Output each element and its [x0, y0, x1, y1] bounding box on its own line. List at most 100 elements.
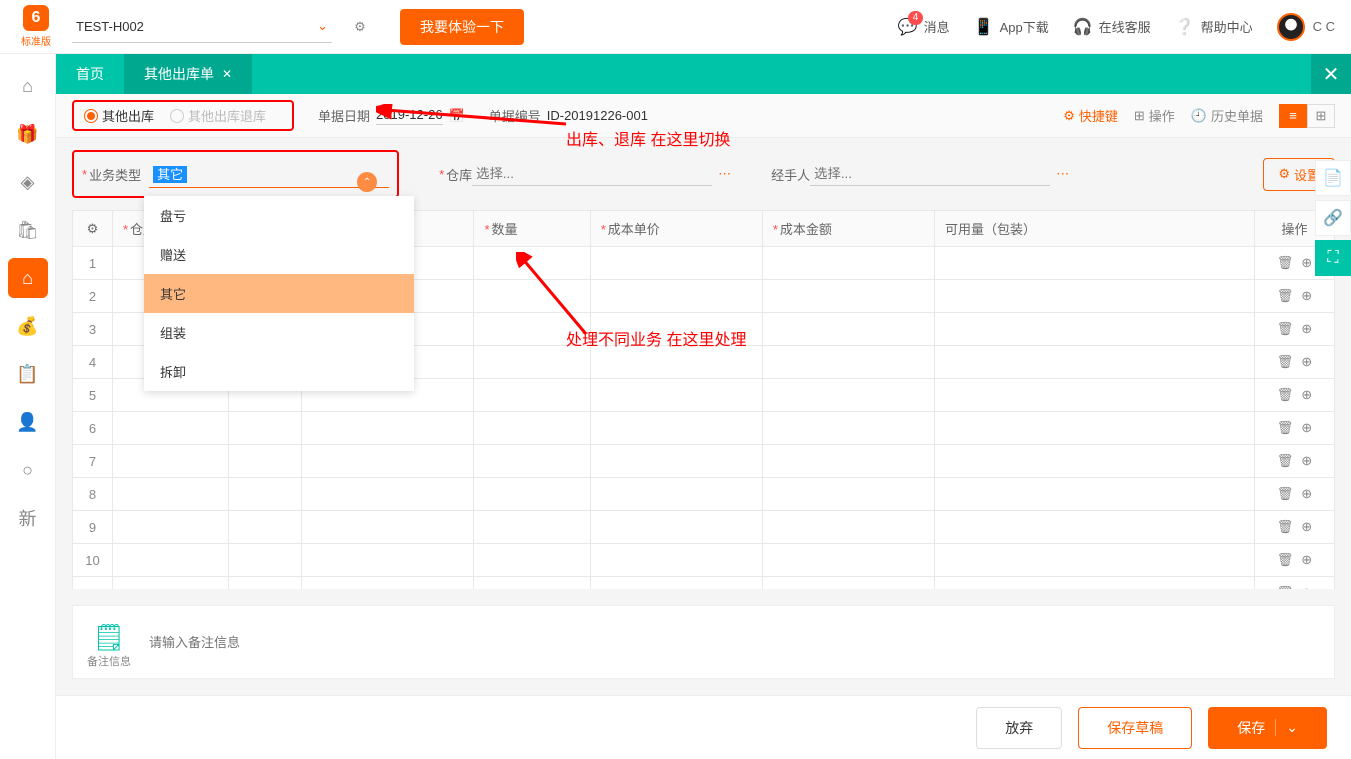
save-button[interactable]: 保存 ⌄ [1208, 707, 1327, 749]
history-icon: 🕘 [1191, 108, 1207, 124]
add-icon[interactable]: ⊕ [1301, 387, 1312, 402]
discard-button[interactable]: 放弃 [976, 707, 1062, 749]
dropdown-option-zuzhuang[interactable]: 组装 [144, 313, 414, 352]
sidebar-profile[interactable]: 👤 [8, 402, 48, 442]
sidebar-diamond[interactable]: ◈ [8, 162, 48, 202]
sidebar-bag[interactable]: 🛍 [8, 210, 48, 250]
dropdown-option-pankui[interactable]: 盘亏 [144, 196, 414, 235]
trial-button[interactable]: 我要体验一下 [400, 9, 524, 45]
table-row[interactable]: 11🗑⊕ [73, 577, 1335, 590]
save-draft-button[interactable]: 保存草稿 [1078, 707, 1192, 749]
row-actions: 🗑⊕ [1255, 478, 1335, 511]
doc-date-value[interactable]: 2019-12-26 [376, 107, 443, 125]
add-icon[interactable]: ⊕ [1301, 453, 1312, 468]
chevron-down-icon: ⌄ [317, 18, 328, 34]
sidebar-ring[interactable]: ○ [8, 450, 48, 490]
sidebar-new[interactable]: 新 [8, 498, 48, 538]
col-qty: 数量 [474, 211, 590, 247]
add-icon[interactable]: ⊕ [1301, 255, 1312, 270]
delete-icon[interactable]: 🗑 [1277, 288, 1294, 303]
table-row[interactable]: 6🗑⊕ [73, 412, 1335, 445]
row-actions: 🗑⊕ [1255, 412, 1335, 445]
dropdown-option-chaixi[interactable]: 拆卸 [144, 352, 414, 391]
app-download-link[interactable]: 📱 App下载 [974, 17, 1049, 37]
table-row[interactable]: 9🗑⊕ [73, 511, 1335, 544]
add-icon[interactable]: ⊕ [1301, 321, 1312, 336]
more-icon[interactable]: ⋯ [1056, 166, 1069, 182]
sidebar-clipboard[interactable]: 📋 [8, 354, 48, 394]
operate-link[interactable]: ⊞操作 [1134, 106, 1175, 125]
chevron-up-icon[interactable]: ⌃ [357, 172, 377, 192]
calendar-icon[interactable]: 📅 [449, 108, 465, 124]
warehouse-label: 仓库 [446, 165, 472, 184]
close-icon[interactable]: ✕ [222, 67, 232, 81]
delete-icon[interactable]: 🗑 [1277, 354, 1294, 369]
handler-input[interactable] [810, 162, 1050, 186]
row-number: 5 [73, 379, 113, 412]
business-type-dropdown: 盘亏 赠送 其它 组装 拆卸 [144, 196, 414, 391]
radio-other-outbound-return[interactable]: 其他出库退库 [170, 106, 266, 125]
tab-bar: 首页 其他出库单 ✕ ✕ [56, 54, 1351, 94]
org-name: TEST-H002 [76, 19, 144, 34]
sidebar-gift[interactable]: 🎁 [8, 114, 48, 154]
dropdown-option-qita[interactable]: 其它 [144, 274, 414, 313]
delete-icon[interactable]: 🗑 [1277, 585, 1294, 589]
headset-icon: 🎧 [1073, 17, 1093, 37]
messages-link[interactable]: 💬 消息 4 [898, 17, 950, 37]
remark-input[interactable] [149, 635, 1318, 650]
delete-icon[interactable]: 🗑 [1277, 486, 1294, 501]
avatar[interactable] [1277, 13, 1305, 41]
add-icon[interactable]: ⊕ [1301, 486, 1312, 501]
table-row[interactable]: 10🗑⊕ [73, 544, 1335, 577]
add-icon[interactable]: ⊕ [1301, 519, 1312, 534]
shortcut-link[interactable]: ⚙快捷键 [1063, 106, 1118, 125]
delete-icon[interactable]: 🗑 [1277, 552, 1294, 567]
row-number: 11 [73, 577, 113, 590]
delete-icon[interactable]: 🗑 [1277, 321, 1294, 336]
close-all-tabs[interactable]: ✕ [1311, 54, 1351, 94]
add-icon[interactable]: ⊕ [1301, 354, 1312, 369]
sidebar-warehouse[interactable]: ⌂ [8, 258, 48, 298]
warehouse-filter: * 仓库 ⋯ [439, 162, 731, 186]
footer-actions: 放弃 保存草稿 保存 ⌄ [56, 695, 1351, 759]
tab-other-outbound[interactable]: 其他出库单 ✕ [124, 54, 252, 94]
dock-doc-button[interactable]: 📄 [1315, 160, 1351, 196]
online-service-link[interactable]: 🎧 在线客服 [1073, 17, 1151, 37]
help-center-link[interactable]: ❔ 帮助中心 [1175, 17, 1253, 37]
sidebar-home[interactable]: ⌂ [8, 66, 48, 106]
delete-icon[interactable]: 🗑 [1277, 255, 1294, 270]
table-row[interactable]: 7🗑⊕ [73, 445, 1335, 478]
col-gear[interactable]: ⚙ [73, 211, 113, 247]
sidebar-money[interactable]: 💰 [8, 306, 48, 346]
delete-icon[interactable]: 🗑 [1277, 453, 1294, 468]
more-icon[interactable]: ⋯ [718, 166, 731, 182]
doc-no-label: 单据编号 [489, 106, 541, 125]
row-number: 4 [73, 346, 113, 379]
add-icon[interactable]: ⊕ [1301, 585, 1312, 589]
logo-icon: 6 [23, 5, 49, 31]
view-grid-button[interactable]: ⊞ [1307, 104, 1335, 128]
add-icon[interactable]: ⊕ [1301, 552, 1312, 567]
warehouse-input[interactable] [472, 162, 712, 186]
view-list-button[interactable]: ≡ [1279, 104, 1307, 128]
dock-link-button[interactable]: 🔗 [1315, 200, 1351, 236]
dropdown-option-zengsong[interactable]: 赠送 [144, 235, 414, 274]
radio-other-outbound[interactable]: 其他出库 [84, 106, 154, 125]
delete-icon[interactable]: 🗑 [1277, 420, 1294, 435]
table-row[interactable]: 8🗑⊕ [73, 478, 1335, 511]
dock-expand-button[interactable]: ⛶ [1315, 240, 1351, 276]
add-icon[interactable]: ⊕ [1301, 420, 1312, 435]
delete-icon[interactable]: 🗑 [1277, 519, 1294, 534]
delete-icon[interactable]: 🗑 [1277, 387, 1294, 402]
view-switch: ≡ ⊞ [1279, 104, 1335, 128]
handler-filter: 经手人 ⋯ [771, 162, 1069, 186]
row-actions: 🗑⊕ [1255, 577, 1335, 590]
add-icon[interactable]: ⊕ [1301, 288, 1312, 303]
tab-home[interactable]: 首页 [56, 54, 124, 94]
history-link[interactable]: 🕘历史单据 [1191, 106, 1263, 125]
settings-gear-button[interactable]: ⚙ [344, 11, 376, 43]
org-selector[interactable]: TEST-H002 ⌄ [72, 11, 332, 43]
main-area: 首页 其他出库单 ✕ ✕ 其他出库 其他出库退库 单 [56, 54, 1351, 759]
messages-badge: 4 [908, 11, 924, 25]
business-type-input[interactable]: 其它 [149, 160, 389, 188]
